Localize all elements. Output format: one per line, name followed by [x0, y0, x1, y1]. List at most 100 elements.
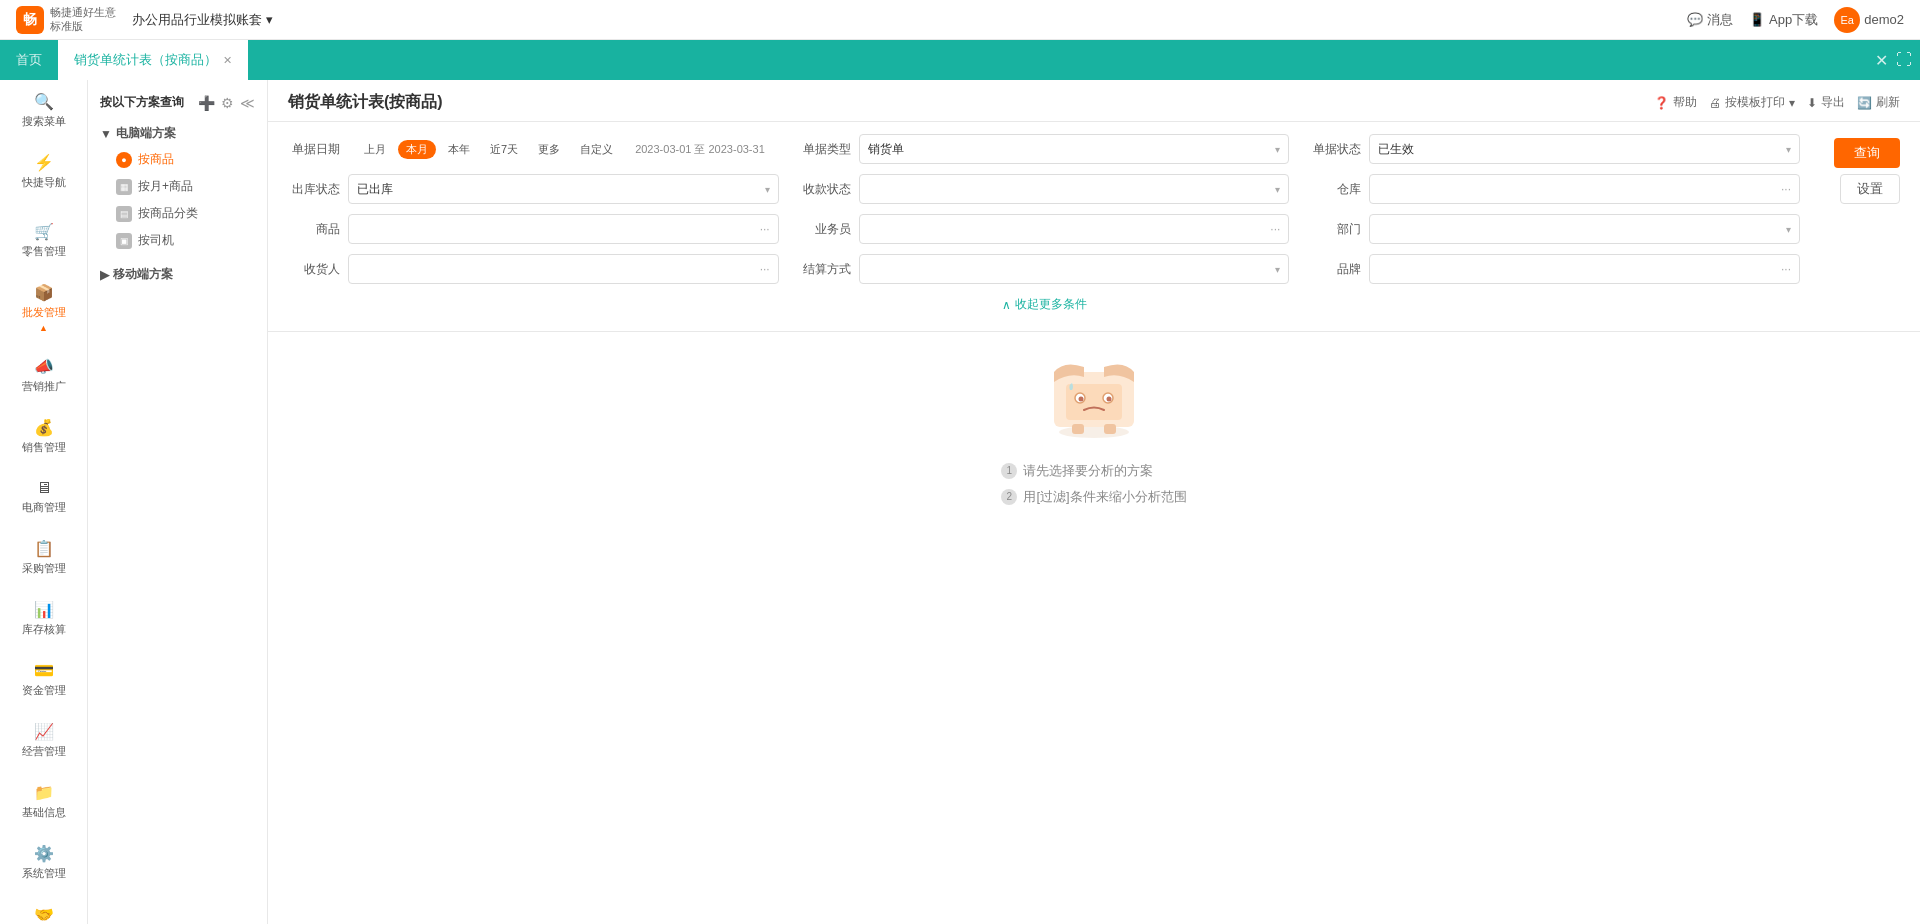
- warehouse-filter-cell: 仓库 ···: [1309, 174, 1800, 204]
- svg-point-6: [1107, 397, 1112, 402]
- scheme-by-goods[interactable]: ● 按商品: [88, 146, 267, 173]
- collapse-icon: ∧: [1002, 298, 1011, 312]
- salesperson-select[interactable]: ···: [859, 214, 1290, 244]
- help-icon: ❓: [1654, 96, 1669, 110]
- topbar: 畅 畅捷通好生意 标准版 办公用品行业模拟账套 ▾ 💬 消息 📱 App下载 E…: [0, 0, 1920, 40]
- page-actions: ❓ 帮助 🖨 按模板打印 ▾ ⬇ 导出 🔄 刷新: [1654, 94, 1900, 111]
- maximize-icon[interactable]: ⛶: [1896, 51, 1912, 70]
- date-tab-custom[interactable]: 自定义: [572, 140, 621, 159]
- logo-icon: 畅: [16, 6, 44, 34]
- export-button[interactable]: ⬇ 导出: [1807, 94, 1845, 111]
- edit-scheme-button[interactable]: ⚙: [221, 95, 234, 111]
- doc-status-select[interactable]: 已生效 ▾: [1369, 134, 1800, 164]
- user-menu[interactable]: Ea demo2: [1834, 7, 1904, 33]
- add-scheme-button[interactable]: ➕: [198, 95, 215, 111]
- receiver-select[interactable]: ···: [348, 254, 779, 284]
- date-tab-this-year[interactable]: 本年: [440, 140, 478, 159]
- receiver-filter-cell: 收货人 ···: [288, 254, 779, 284]
- section-inner: 1 请先选择要分析的方案 2 用[过滤]条件来缩小分析范围: [268, 332, 1920, 924]
- department-label: 部门: [1309, 221, 1369, 238]
- recv-status-label: 收款状态: [799, 181, 859, 198]
- settlement-label: 结算方式: [799, 261, 859, 278]
- sidebar-item-retail[interactable]: 🛒 零售管理: [0, 210, 87, 271]
- doc-type-select[interactable]: 销货单 ▾: [859, 134, 1290, 164]
- close-window-icon[interactable]: ✕: [1875, 51, 1888, 70]
- brand-filter-cell: 品牌 ···: [1309, 254, 1800, 284]
- department-filter-cell: 部门 ▾: [1309, 214, 1800, 244]
- print-icon: 🖨: [1709, 96, 1721, 110]
- out-status-select[interactable]: 已出库 ▾: [348, 174, 779, 204]
- svg-point-5: [1079, 397, 1084, 402]
- sidebar-item-wholesale[interactable]: 📦 批发管理 ▲: [0, 271, 87, 345]
- recv-status-select[interactable]: ▾: [859, 174, 1290, 204]
- sidebar-item-system[interactable]: ⚙️ 系统管理: [0, 832, 87, 893]
- filter-area: 单据日期 上月 本月 本年 近7天 更多 自定义: [268, 122, 1920, 332]
- settings-button[interactable]: 设置: [1840, 174, 1900, 204]
- date-tab-7days[interactable]: 近7天: [482, 140, 526, 159]
- app-selector[interactable]: 办公用品行业模拟账套 ▾: [124, 11, 281, 29]
- query-buttons: 查询 设置: [1820, 134, 1900, 204]
- out-status-value: 已出库: [357, 181, 765, 198]
- doc-status-filter-cell: 单据状态 已生效 ▾: [1309, 134, 1800, 164]
- main-layout: 🔍 搜索菜单 ⚡ 快捷导航 🛒 零售管理 📦 批发管理 ▲ 📣 营销推广 💰 销…: [0, 80, 1920, 924]
- refresh-icon: 🔄: [1857, 96, 1872, 110]
- app-download-button[interactable]: 📱 App下载: [1749, 11, 1818, 29]
- sidebar-item-marketing[interactable]: 📣 营销推广: [0, 345, 87, 406]
- topbar-left: 畅 畅捷通好生意 标准版 办公用品行业模拟账套 ▾: [16, 6, 281, 34]
- sidebar-item-quick-nav[interactable]: ⚡ 快捷导航: [0, 141, 87, 202]
- sidebar-item-finance[interactable]: 💳 资金管理: [0, 649, 87, 710]
- collapse-bar[interactable]: ∧ 收起更多条件: [288, 290, 1800, 319]
- date-tab-more[interactable]: 更多: [530, 140, 568, 159]
- department-dropdown-icon: ▾: [1786, 224, 1791, 235]
- sidebar-item-operations[interactable]: 📈 经营管理: [0, 710, 87, 771]
- query-button[interactable]: 查询: [1834, 138, 1900, 168]
- goods-label: 商品: [288, 221, 348, 238]
- mobile-scheme-label[interactable]: ▶ 移动端方案: [88, 262, 267, 287]
- sidebar-item-sales-mgmt[interactable]: 💰 销售管理: [0, 406, 87, 467]
- scheme-panel: 按以下方案查询 ➕ ⚙ ≪ ▼ 电脑端方案 ● 按商品 ▦ 按月+: [88, 80, 268, 924]
- collapse-scheme-panel-button[interactable]: ≪: [240, 95, 255, 111]
- inventory-icon: 📊: [34, 600, 54, 619]
- tab-sales-stat[interactable]: 销货单统计表（按商品） ✕: [58, 40, 248, 80]
- download-icon: 📱: [1749, 12, 1765, 27]
- brand-select[interactable]: ···: [1369, 254, 1800, 284]
- sidebar-item-search[interactable]: 🔍 搜索菜单: [0, 80, 87, 141]
- department-select[interactable]: ▾: [1369, 214, 1800, 244]
- tabbar: 首页 销货单统计表（按商品） ✕ ✕ ⛶: [0, 40, 1920, 80]
- empty-tip-1: 1 请先选择要分析的方案: [1001, 458, 1186, 484]
- salesperson-filter-cell: 业务员 ···: [799, 214, 1290, 244]
- date-tab-this-month[interactable]: 本月: [398, 140, 436, 159]
- doc-type-label: 单据类型: [799, 141, 859, 158]
- sidebar-item-purchase[interactable]: 📋 采购管理: [0, 527, 87, 588]
- scheme-by-goods-category[interactable]: ▤ 按商品分类: [88, 200, 267, 227]
- settlement-dropdown-icon: ▾: [1275, 264, 1280, 275]
- warehouse-select[interactable]: ···: [1369, 174, 1800, 204]
- goods-select[interactable]: ···: [348, 214, 779, 244]
- collapse-label: 收起更多条件: [1015, 296, 1087, 313]
- tab-home[interactable]: 首页: [0, 40, 58, 80]
- template-print-button[interactable]: 🖨 按模板打印 ▾: [1709, 94, 1795, 111]
- scheme-panel-actions: ➕ ⚙ ≪: [198, 95, 255, 111]
- sidebar-item-base-info[interactable]: 📁 基础信息: [0, 771, 87, 832]
- sidebar-item-enterprise[interactable]: 🤝 企业协同: [0, 893, 87, 924]
- settlement-filter-cell: 结算方式 ▾: [799, 254, 1290, 284]
- out-status-label: 出库状态: [288, 181, 348, 198]
- desktop-scheme-group: ▼ 电脑端方案 ● 按商品 ▦ 按月+商品 ▤ 按商品分类 ▣ 按司机: [88, 117, 267, 258]
- doc-type-filter-cell: 单据类型 销货单 ▾: [799, 134, 1290, 164]
- date-tab-last-month[interactable]: 上月: [356, 140, 394, 159]
- ecom-icon: 🖥: [36, 479, 52, 497]
- tab-close-icon[interactable]: ✕: [223, 54, 232, 67]
- sidebar-item-inventory[interactable]: 📊 库存核算: [0, 588, 87, 649]
- purchase-icon: 📋: [34, 539, 54, 558]
- desktop-scheme-label[interactable]: ▼ 电脑端方案: [88, 121, 267, 146]
- expand-desktop-icon: ▼: [100, 127, 112, 141]
- scheme-by-cashier[interactable]: ▣ 按司机: [88, 227, 267, 254]
- refresh-button[interactable]: 🔄 刷新: [1857, 94, 1900, 111]
- warehouse-ellipsis-icon: ···: [1781, 182, 1791, 196]
- scheme-by-month-goods[interactable]: ▦ 按月+商品: [88, 173, 267, 200]
- settlement-select[interactable]: ▾: [859, 254, 1290, 284]
- messages-button[interactable]: 💬 消息: [1687, 11, 1733, 29]
- help-button[interactable]: ❓ 帮助: [1654, 94, 1697, 111]
- sidebar-item-ecom[interactable]: 🖥 电商管理: [0, 467, 87, 527]
- expand-icon: ▲: [39, 323, 48, 333]
